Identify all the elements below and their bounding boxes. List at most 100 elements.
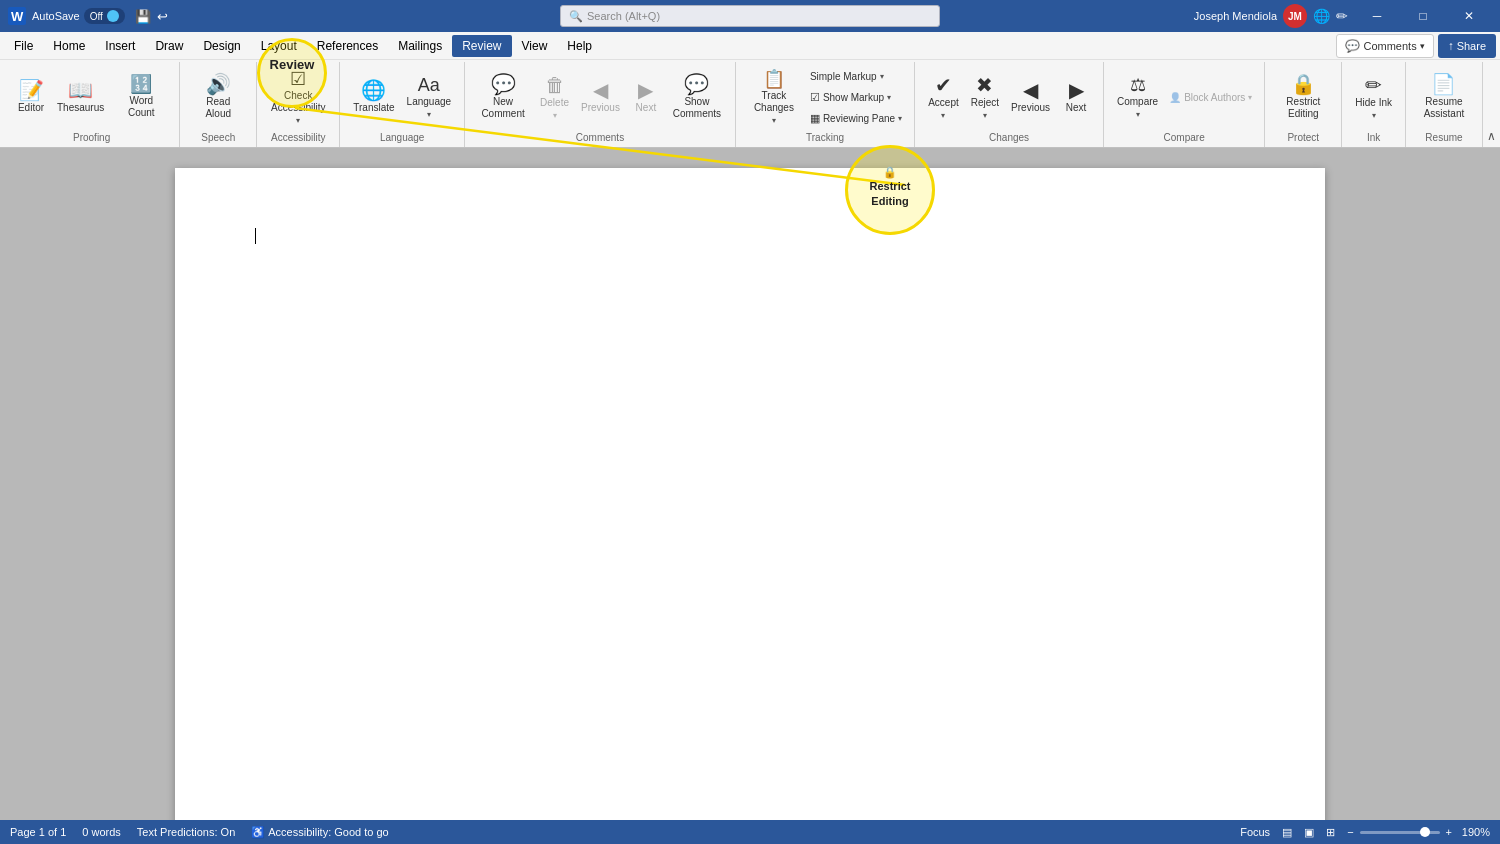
- accessibility-icon: ♿: [251, 826, 265, 839]
- menu-references[interactable]: References: [307, 35, 388, 57]
- trackchanges-icon: 📋: [763, 70, 785, 88]
- view-print-icon[interactable]: ▣: [1304, 826, 1314, 839]
- resumeassistant-icon: 📄: [1431, 74, 1456, 94]
- undo-icon[interactable]: ↩: [157, 9, 168, 24]
- speech-label: Speech: [188, 132, 248, 145]
- globe-icon[interactable]: 🌐: [1313, 8, 1330, 24]
- word-logo: W: [8, 7, 26, 25]
- maximize-button[interactable]: □: [1400, 0, 1446, 32]
- status-bar-right: Focus ▤ ▣ ⊞ − + 190%: [1240, 826, 1490, 839]
- wordcount-icon: 🔢: [130, 75, 152, 93]
- hideink-button[interactable]: ✏ Hide Ink ▾: [1350, 64, 1397, 130]
- translate-button[interactable]: 🌐 Translate: [348, 64, 399, 130]
- group-resume: 📄 Resume Assistant Resume: [1406, 62, 1483, 147]
- resumeassistant-button[interactable]: 📄 Resume Assistant: [1414, 64, 1474, 130]
- ribbon: 📝 Editor 📖 Thesaurus 🔢 Word Count Proofi…: [0, 60, 1500, 148]
- language-icon: Aa: [418, 76, 440, 94]
- comments-label: Comments: [1363, 40, 1416, 52]
- blockauthors-label: Block Authors: [1184, 92, 1245, 103]
- comments-icon: 💬: [1345, 39, 1360, 53]
- showcomments-button[interactable]: 💬 Show Comments: [667, 64, 727, 130]
- document-page[interactable]: [175, 168, 1325, 820]
- readaloud-button[interactable]: 🔊 Read Aloud: [188, 64, 248, 130]
- toggle-thumb: [107, 10, 119, 22]
- newcomment-icon: 💬: [491, 74, 516, 94]
- restrictediting-button[interactable]: 🔒 Restrict Editing: [1273, 64, 1333, 130]
- menu-view[interactable]: View: [512, 35, 558, 57]
- compare-button[interactable]: ⚖ Compare ▾: [1112, 64, 1163, 130]
- close-button[interactable]: ✕: [1446, 0, 1492, 32]
- language-label: Language: [348, 132, 456, 145]
- accept-button[interactable]: ✔ Accept ▾: [923, 64, 964, 130]
- pen-icon[interactable]: ✏: [1336, 8, 1348, 24]
- group-protect: 🔒 Restrict Editing Protect: [1265, 62, 1342, 147]
- trackchanges-dropdown: ▾: [772, 116, 776, 125]
- view-web-icon[interactable]: ⊞: [1326, 826, 1335, 839]
- zoom-in-button[interactable]: +: [1446, 826, 1452, 838]
- reject-dropdown: ▾: [983, 111, 987, 120]
- menu-file[interactable]: File: [4, 35, 43, 57]
- autosave-toggle[interactable]: Off: [84, 8, 125, 24]
- search-bar[interactable]: 🔍 Search (Alt+Q): [560, 5, 940, 27]
- zoom-out-button[interactable]: −: [1347, 826, 1353, 838]
- reviewingpane-icon: ▦: [810, 112, 820, 125]
- hideink-icon: ✏: [1365, 75, 1382, 95]
- reject-icon: ✖: [976, 75, 993, 95]
- next-icon: ▶: [638, 80, 653, 100]
- showmarkup-button[interactable]: ☑ Show Markup ▾: [806, 87, 906, 107]
- thesaurus-icon: 📖: [68, 80, 93, 100]
- editor-button[interactable]: 📝 Editor: [12, 64, 50, 130]
- group-comments: 💬 New Comment 🗑 Delete ▾ ◀ Previous ▶: [465, 62, 736, 147]
- menu-home[interactable]: Home: [43, 35, 95, 57]
- accept-icon: ✔: [935, 75, 952, 95]
- toggle-state: Off: [90, 11, 103, 22]
- language-button[interactable]: Aa Language ▾: [402, 64, 457, 130]
- share-button[interactable]: ↑ Share: [1438, 34, 1496, 58]
- group-compare: ⚖ Compare ▾ 👤 Block Authors ▾ Compare: [1104, 62, 1265, 147]
- compare-icon: ⚖: [1130, 76, 1146, 94]
- simplemarkup-button[interactable]: Simple Markup ▾: [806, 66, 906, 86]
- comments-group-label: Comments: [473, 132, 727, 145]
- menu-mailings[interactable]: Mailings: [388, 35, 452, 57]
- menu-insert[interactable]: Insert: [95, 35, 145, 57]
- menu-design[interactable]: Design: [193, 35, 250, 57]
- newcomment-button[interactable]: 💬 New Comment: [473, 64, 533, 130]
- zoom-thumb: [1420, 827, 1430, 837]
- reviewingpane-button[interactable]: ▦ Reviewing Pane ▾: [806, 108, 906, 128]
- blockauthors-button[interactable]: 👤 Block Authors ▾: [1165, 87, 1256, 107]
- simplemarkup-label: Simple Markup: [810, 71, 877, 82]
- thesaurus-button[interactable]: 📖 Thesaurus: [52, 64, 109, 130]
- focus-button[interactable]: Focus: [1240, 826, 1270, 838]
- word-count: 0 words: [82, 826, 121, 838]
- wordcount-button[interactable]: 🔢 Word Count: [111, 64, 171, 130]
- view-normal-icon[interactable]: ▤: [1282, 826, 1292, 839]
- minimize-button[interactable]: ─: [1354, 0, 1400, 32]
- page-info: Page 1 of 1: [10, 826, 66, 838]
- reject-button[interactable]: ✖ Reject ▾: [966, 64, 1004, 130]
- previous-changes-icon: ◀: [1023, 80, 1038, 100]
- checkaccessibility-button[interactable]: ☑ Check Accessibility ▾: [265, 64, 331, 130]
- comments-button[interactable]: 💬 Comments ▾: [1336, 34, 1433, 58]
- menu-layout[interactable]: Layout: [251, 35, 307, 57]
- menu-help[interactable]: Help: [557, 35, 602, 57]
- next-changes-button[interactable]: ▶ Next: [1057, 64, 1095, 130]
- changes-label: Changes: [923, 132, 1095, 145]
- trackchanges-button[interactable]: 📋 Track Changes ▾: [744, 64, 804, 130]
- tracking-label: Tracking: [744, 132, 906, 145]
- restrictediting-icon: 🔒: [1291, 74, 1316, 94]
- save-icon[interactable]: 💾: [135, 9, 151, 24]
- autosave-label: AutoSave: [32, 10, 80, 22]
- comments-dropdown: ▾: [1420, 41, 1425, 51]
- text-cursor: [255, 228, 1245, 246]
- ribbon-collapse-icon[interactable]: ∧: [1487, 129, 1496, 143]
- zoom-level: 190%: [1458, 826, 1490, 838]
- search-placeholder: Search (Alt+Q): [587, 10, 660, 22]
- previous-changes-button[interactable]: ◀ Previous: [1006, 64, 1055, 130]
- zoom-slider[interactable]: [1360, 831, 1440, 834]
- previous-icon: ◀: [593, 80, 608, 100]
- showmarkup-label: Show Markup: [823, 92, 884, 103]
- menu-draw[interactable]: Draw: [145, 35, 193, 57]
- menu-review[interactable]: Review: [452, 35, 511, 57]
- search-icon: 🔍: [569, 10, 583, 23]
- toolbar: 📝 Editor 📖 Thesaurus 🔢 Word Count Proofi…: [0, 60, 1500, 147]
